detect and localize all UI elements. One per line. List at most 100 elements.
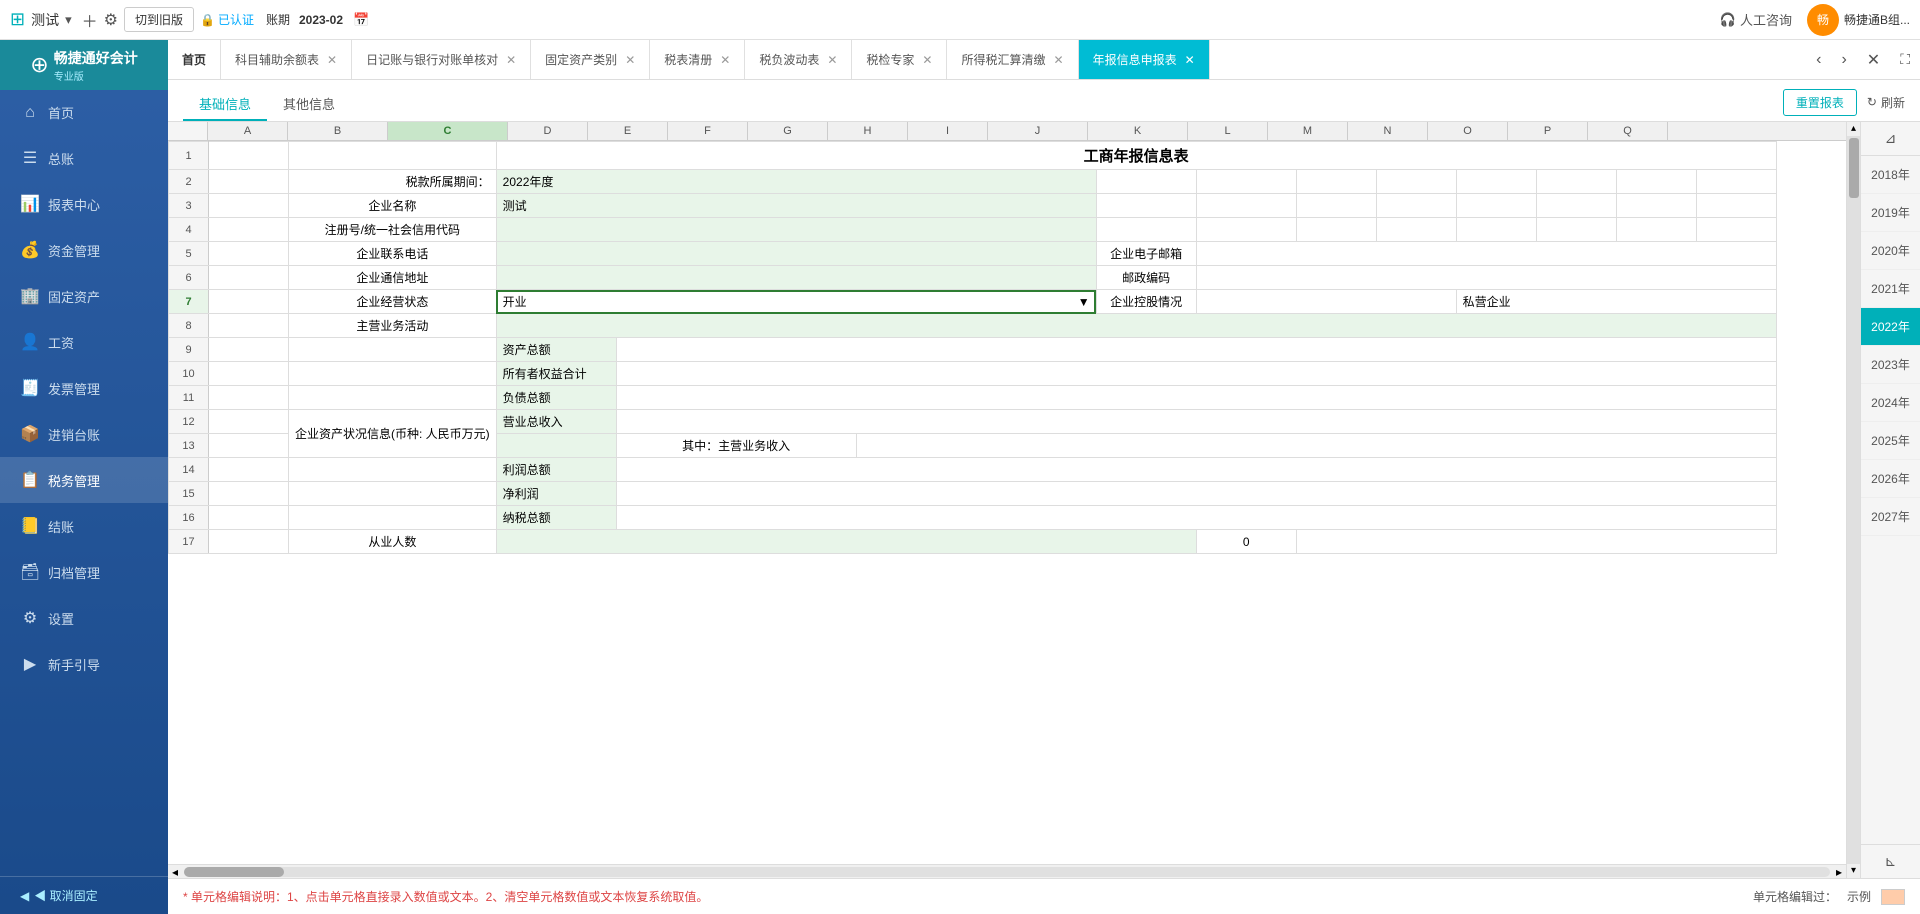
year-btn-2022[interactable]: 2022年 [1861, 308, 1920, 346]
refresh-button[interactable]: ↻ 刷新 [1867, 94, 1905, 111]
cell-7-c-dropdown[interactable]: 开业 ▼ [496, 290, 1096, 314]
scroll-left-button[interactable]: ◂ [168, 865, 182, 879]
cell-6-a[interactable] [209, 266, 289, 290]
cell-9-b[interactable] [289, 338, 497, 362]
tab-fixed[interactable]: 固定资产类别 ✕ [531, 40, 650, 79]
cell-4-q[interactable] [1696, 218, 1776, 242]
tab-tax-summary[interactable]: 税表清册 ✕ [650, 40, 745, 79]
cell-6-k[interactable] [1196, 266, 1776, 290]
scroll-track[interactable] [184, 867, 1830, 877]
year-btn-2018[interactable]: 2018年 [1861, 156, 1920, 194]
cell-1-title[interactable]: 工商年报信息表 [496, 142, 1776, 170]
cell-13-d[interactable]: 其中：主营业务收入 [616, 434, 856, 458]
cell-2-m[interactable] [1376, 170, 1456, 194]
cell-5-b[interactable]: 企业联系电话 [289, 242, 497, 266]
cell-16-b[interactable] [289, 506, 497, 530]
year-btn-2025[interactable]: 2025年 [1861, 422, 1920, 460]
cell-15-a[interactable] [209, 482, 289, 506]
tab-income-tax-close[interactable]: ✕ [1054, 53, 1064, 67]
workspace-dropdown-icon[interactable]: ▾ [65, 12, 72, 28]
cell-2-b[interactable]: 税款所属期间： [289, 170, 497, 194]
tab-tax-wave[interactable]: 税负波动表 ✕ [745, 40, 852, 79]
consult-button[interactable]: 🎧 人工咨询 [1720, 10, 1792, 29]
cell-7-n[interactable]: 私营企业 [1456, 290, 1776, 314]
cell-15-c[interactable]: 净利润 [496, 482, 616, 506]
cell-12-a[interactable] [209, 410, 289, 434]
dropdown-arrow-icon[interactable]: ▼ [1078, 295, 1090, 309]
year-btn-2020[interactable]: 2020年 [1861, 232, 1920, 270]
cell-17-c[interactable] [496, 530, 1196, 554]
cell-4-l[interactable] [1296, 218, 1376, 242]
v-scroll-track[interactable] [1847, 136, 1860, 864]
unpin-button[interactable]: ◀ ◀ 取消固定 [0, 876, 168, 914]
cell-3-k[interactable] [1196, 194, 1296, 218]
sidebar-item-guide[interactable]: ▶ 新手引导 [0, 641, 168, 687]
cell-4-a[interactable] [209, 218, 289, 242]
sub-tab-basic[interactable]: 基础信息 [183, 88, 267, 121]
tab-home[interactable]: 首页 [168, 40, 221, 79]
calendar-icon[interactable]: 📅 [353, 12, 369, 28]
cell-3-o[interactable] [1536, 194, 1616, 218]
scroll-thumb[interactable] [184, 867, 284, 877]
old-version-button[interactable]: 切到旧版 [124, 7, 194, 32]
cell-8-c[interactable] [496, 314, 1776, 338]
tab-tax-expert[interactable]: 税检专家 ✕ [852, 40, 947, 79]
cell-1-a[interactable] [209, 142, 289, 170]
tab-income-tax[interactable]: 所得税汇算清缴 ✕ [947, 40, 1078, 79]
cell-3-a[interactable] [209, 194, 289, 218]
cell-6-j[interactable]: 邮政编码 [1096, 266, 1196, 290]
cell-10-b[interactable] [289, 362, 497, 386]
scroll-up-button[interactable]: ▴ [1847, 122, 1860, 136]
cell-10-a[interactable] [209, 362, 289, 386]
cell-4-n[interactable] [1456, 218, 1536, 242]
user-info[interactable]: 畅 畅捷通B组... [1807, 4, 1910, 36]
sidebar-item-archive[interactable]: 🗃 归档管理 [0, 549, 168, 595]
cell-15-d[interactable] [616, 482, 1776, 506]
cell-12-d[interactable] [616, 410, 1776, 434]
tab-fullscreen-button[interactable]: ⛶ [1890, 51, 1920, 68]
cell-16-c[interactable]: 纳税总额 [496, 506, 616, 530]
cell-2-p[interactable] [1616, 170, 1696, 194]
cell-13-g[interactable] [856, 434, 1776, 458]
sidebar-item-funds[interactable]: 💰 资金管理 [0, 227, 168, 273]
cell-6-b[interactable]: 企业通信地址 [289, 266, 497, 290]
cell-7-j[interactable]: 企业控股情况 [1096, 290, 1196, 314]
tab-journal-close[interactable]: ✕ [506, 53, 516, 67]
sub-tab-other[interactable]: 其他信息 [267, 88, 351, 121]
scroll-down-button[interactable]: ▾ [1847, 864, 1860, 878]
cell-17-l[interactable] [1296, 530, 1776, 554]
cell-8-a[interactable] [209, 314, 289, 338]
cell-14-a[interactable] [209, 458, 289, 482]
reset-button[interactable]: 重置报表 [1783, 89, 1857, 116]
tab-journal[interactable]: 日记账与银行对账单核对 ✕ [352, 40, 531, 79]
scroll-right-button[interactable]: ▸ [1832, 865, 1846, 879]
tab-annual-report-close[interactable]: ✕ [1185, 53, 1195, 67]
cell-2-k[interactable] [1196, 170, 1296, 194]
cell-11-c[interactable]: 负债总额 [496, 386, 616, 410]
cell-14-d[interactable] [616, 458, 1776, 482]
cell-5-a[interactable] [209, 242, 289, 266]
tab-prev-button[interactable]: ‹ [1806, 51, 1831, 69]
cell-7-b[interactable]: 企业经营状态 [289, 290, 497, 314]
horizontal-scrollbar[interactable]: ◂ ▸ [168, 864, 1846, 878]
sidebar-item-home[interactable]: ⌂ 首页 [0, 90, 168, 135]
tab-close-all-button[interactable]: ✕ [1857, 50, 1890, 70]
cell-4-b[interactable]: 注册号/统一社会信用代码 [289, 218, 497, 242]
sidebar-item-invoice[interactable]: 🧾 发票管理 [0, 365, 168, 411]
cell-11-a[interactable] [209, 386, 289, 410]
tab-next-button[interactable]: › [1831, 51, 1856, 69]
cell-5-k[interactable] [1196, 242, 1776, 266]
v-scroll-thumb[interactable] [1849, 138, 1859, 198]
cell-7-k[interactable] [1196, 290, 1456, 314]
cell-8-b[interactable]: 主营业务活动 [289, 314, 497, 338]
cell-16-a[interactable] [209, 506, 289, 530]
cell-4-k[interactable] [1196, 218, 1296, 242]
cell-6-c[interactable] [496, 266, 1096, 290]
cell-3-c[interactable]: 测试 [496, 194, 1096, 218]
cell-9-d[interactable] [616, 338, 1776, 362]
settings-icon[interactable]: ⚙ [104, 10, 118, 30]
cell-4-m[interactable] [1376, 218, 1456, 242]
tab-tax-expert-close[interactable]: ✕ [922, 53, 932, 67]
sidebar-item-checkout[interactable]: 📒 结账 [0, 503, 168, 549]
cell-2-q[interactable] [1696, 170, 1776, 194]
